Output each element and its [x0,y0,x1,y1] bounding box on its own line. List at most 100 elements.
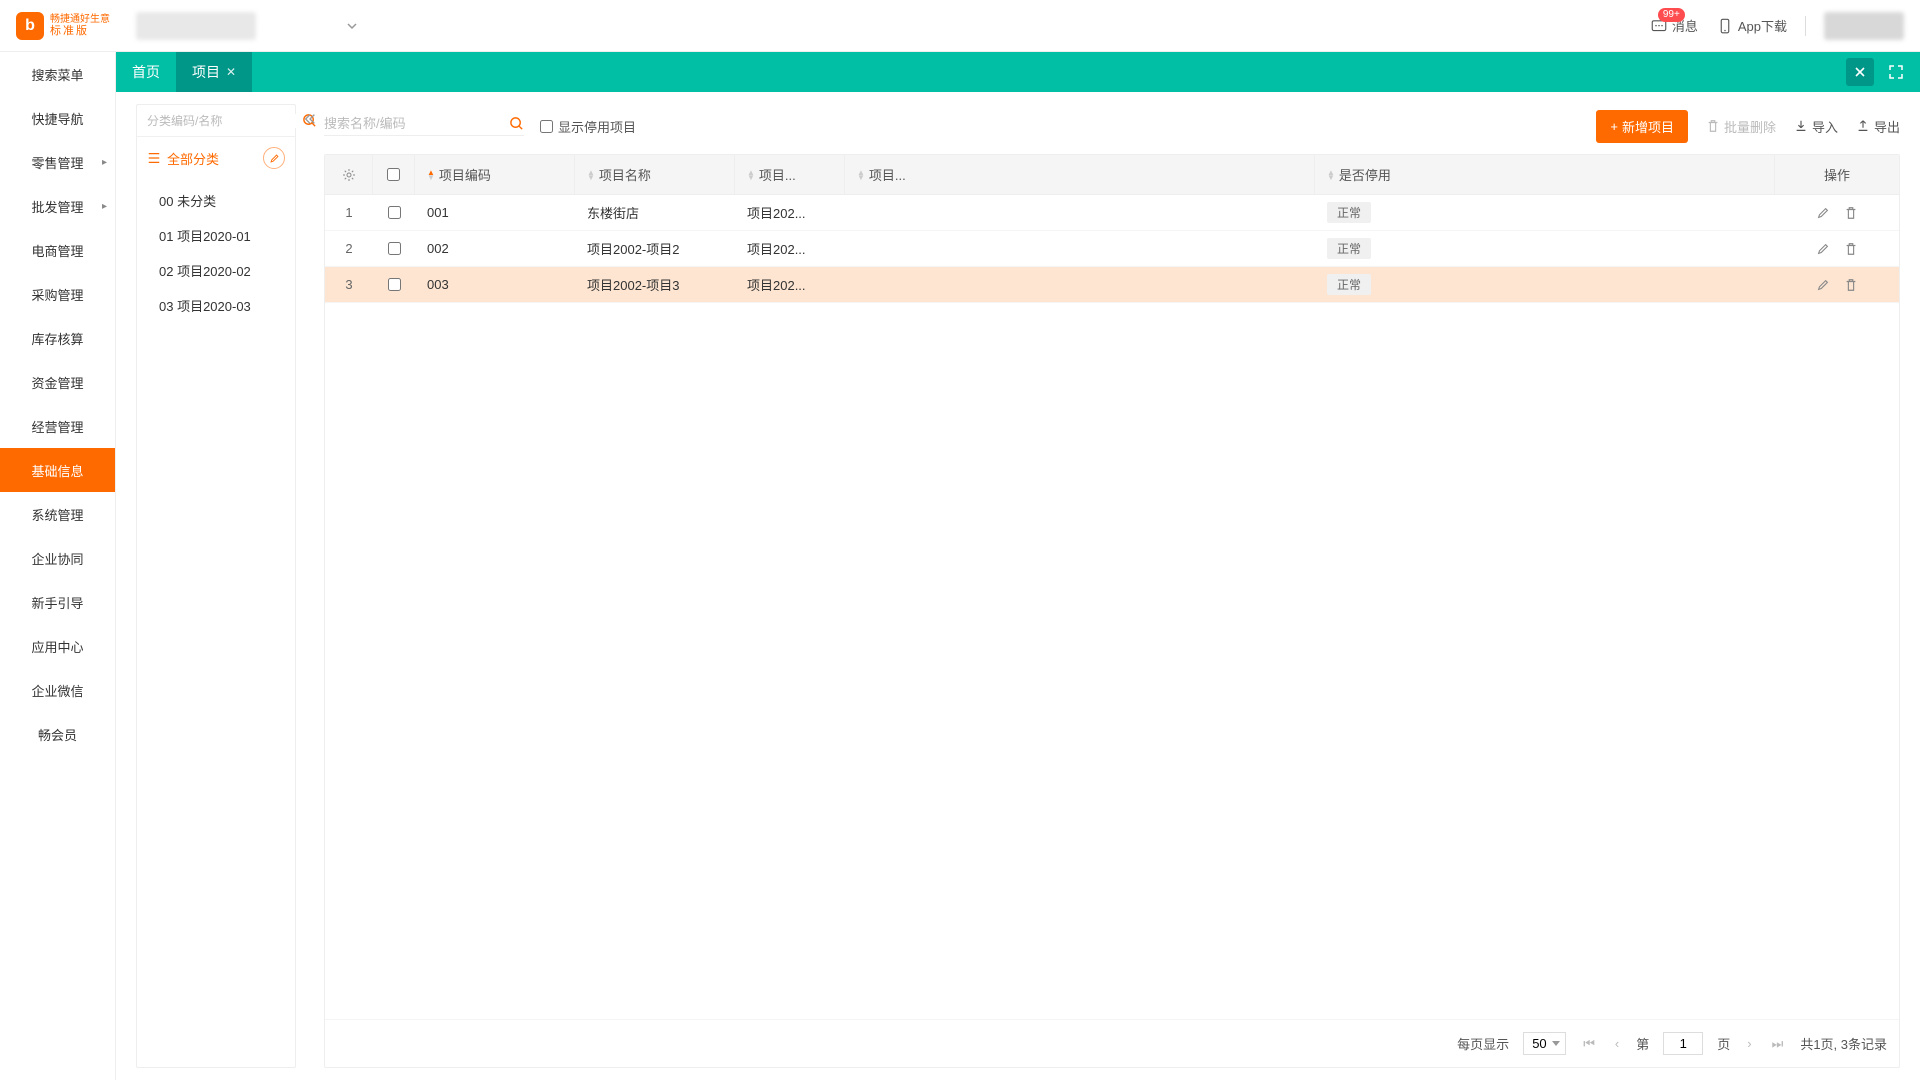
sidebar-item-6[interactable]: 库存核算 [0,316,115,360]
category-item-1[interactable]: 01 项目2020-01 [137,218,295,253]
delete-button[interactable] [1844,206,1858,220]
edit-button[interactable] [1816,278,1830,292]
sidebar-item-12[interactable]: 新手引导 [0,580,115,624]
tab-project[interactable]: 项目 ✕ [176,52,252,92]
cell-status: 正常 [1315,231,1775,266]
last-page-button[interactable]: ⏭ [1769,1036,1787,1052]
first-page-button[interactable]: ⏮ [1580,1036,1598,1052]
delete-button[interactable] [1844,242,1858,256]
table-body: 1001东楼街店项目202...正常2002项目2002-项目2项目202...… [325,195,1899,1019]
page-input[interactable] [1663,1032,1703,1055]
sidebar-item-7[interactable]: 资金管理 [0,360,115,404]
tab-close-icon[interactable]: ✕ [226,65,236,79]
column-checkbox-all[interactable] [373,155,415,194]
table-row[interactable]: 2002项目2002-项目2项目202...正常 [325,231,1899,267]
org-chevron-down-icon[interactable] [346,20,358,32]
column-ops: 操作 [1775,155,1899,194]
row-checkbox[interactable] [373,195,415,230]
column-status[interactable]: ▲▼ 是否停用 [1315,155,1775,194]
category-item-2[interactable]: 02 项目2020-02 [137,253,295,288]
column-c4[interactable]: ▲▼ 项目... [845,155,1315,194]
delete-button[interactable] [1844,278,1858,292]
logo-icon: b [16,12,44,40]
next-page-button[interactable]: › [1744,1036,1754,1051]
category-search-input[interactable] [147,114,302,128]
pagination: 每页显示 50 ⏮ ‹ 第 页 › ⏭ 共1页, 3条记录 [325,1019,1899,1067]
column-name[interactable]: ▲▼ 项目名称 [575,155,735,194]
sidebar-item-label: 电商管理 [31,241,83,260]
messages-badge: 99+ [1658,8,1685,22]
show-disabled-checkbox[interactable]: 显示停用项目 [540,117,636,136]
trash-icon [1706,119,1720,133]
page-prefix: 第 [1636,1034,1649,1053]
import-button[interactable]: 导入 [1794,117,1838,136]
sort-icon: ▲▼ [427,170,435,180]
sidebar-item-15[interactable]: 畅会员 [0,712,115,756]
column-c3[interactable]: ▲▼ 项目... [735,155,845,194]
show-disabled-input[interactable] [540,120,553,133]
cell-code: 003 [415,267,575,302]
sidebar-item-14[interactable]: 企业微信 [0,668,115,712]
sidebar-item-8[interactable]: 经营管理 [0,404,115,448]
tabs-close-button[interactable] [1846,58,1874,86]
sidebar-item-4[interactable]: 电商管理 [0,228,115,272]
sidebar-item-label: 资金管理 [31,373,83,392]
user-avatar-blurred[interactable] [1824,12,1904,40]
per-page-select[interactable]: 50 [1523,1032,1566,1055]
edit-button[interactable] [1816,206,1830,220]
sidebar-item-10[interactable]: 系统管理 [0,492,115,536]
fullscreen-button[interactable] [1882,58,1910,86]
org-selector-blurred[interactable] [136,12,256,40]
sort-icon: ▲▼ [587,170,595,180]
category-item-0[interactable]: 00 未分类 [137,183,295,218]
new-project-label: 新增项目 [1622,117,1674,136]
gear-icon [341,167,357,183]
sidebar-item-9[interactable]: 基础信息 [0,448,115,492]
prev-page-button[interactable]: ‹ [1612,1036,1622,1051]
sidebar-item-label: 畅会员 [38,725,77,744]
header-divider [1805,16,1806,36]
logo-text: 畅捷通好生意 标准版 [50,14,110,37]
cell-name: 东楼街店 [575,195,735,230]
sort-icon: ▲▼ [857,170,865,180]
logo[interactable]: b 畅捷通好生意 标准版 [16,12,116,40]
export-button[interactable]: 导出 [1856,117,1900,136]
cell-status: 正常 [1315,267,1775,302]
sidebar-item-label: 系统管理 [31,505,83,524]
search-icon[interactable] [509,116,524,131]
app-download-button[interactable]: App下载 [1716,16,1787,35]
row-checkbox[interactable] [373,231,415,266]
sidebar-item-2[interactable]: 零售管理▸ [0,140,115,184]
sidebar-item-0[interactable]: 搜索菜单 [0,52,115,96]
toolbar-search [324,116,524,136]
sidebar-item-1[interactable]: 快捷导航 [0,96,115,140]
messages-button[interactable]: 99+ 消息 [1650,16,1698,35]
new-project-button[interactable]: + 新增项目 [1596,110,1688,143]
table-row[interactable]: 1001东楼街店项目202...正常 [325,195,1899,231]
sidebar-item-3[interactable]: 批发管理▸ [0,184,115,228]
sidebar-item-5[interactable]: 采购管理 [0,272,115,316]
phone-icon [1716,17,1734,35]
table-row[interactable]: 3003项目2002-项目3项目202...正常 [325,267,1899,303]
sidebar-item-11[interactable]: 企业协同 [0,536,115,580]
category-all[interactable]: 全部分类 [137,137,295,179]
column-code[interactable]: ▲▼ 项目编码 [415,155,575,194]
sidebar-item-label: 零售管理 [31,153,83,172]
cell-code: 002 [415,231,575,266]
search-input[interactable] [324,116,509,131]
column-settings[interactable] [325,155,373,194]
cell-c3: 项目202... [735,267,845,302]
sidebar-item-13[interactable]: 应用中心 [0,624,115,668]
tab-project-label: 项目 [192,62,220,82]
collapse-handle[interactable] [302,104,318,1068]
edit-button[interactable] [1816,242,1830,256]
row-checkbox[interactable] [373,267,415,302]
pencil-icon [1816,206,1830,220]
tab-home[interactable]: 首页 [116,52,176,92]
chevron-right-icon: ▸ [102,201,107,212]
sidebar-item-label: 新手引导 [31,593,83,612]
sidebar-item-label: 快捷导航 [31,109,83,128]
category-edit-button[interactable] [263,147,285,169]
category-item-3[interactable]: 03 项目2020-03 [137,288,295,323]
main-layout: 全部分类 00 未分类01 项目2020-0102 项目2020-0203 项目… [0,92,1920,1080]
